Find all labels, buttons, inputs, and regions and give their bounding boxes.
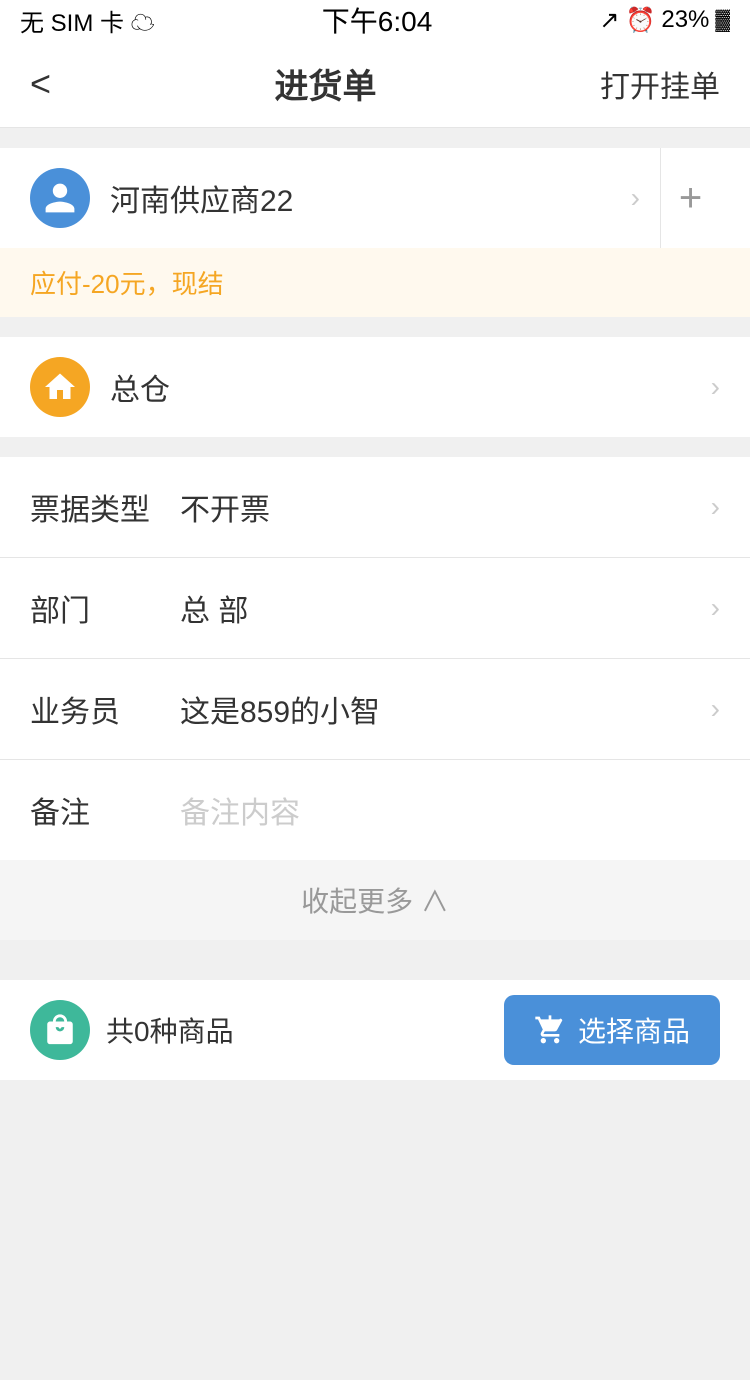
supplier-row[interactable]: 河南供应商22 › + bbox=[0, 148, 750, 248]
notice-bar: 应付-20元，现结 bbox=[0, 248, 750, 317]
form-section: 票据类型 不开票 › 部门 总 部 › 业务员 这是859的小智 › 备注 备注… bbox=[0, 457, 750, 860]
department-value: 总 部 bbox=[180, 586, 711, 630]
remark-value[interactable]: 备注内容 bbox=[180, 788, 720, 832]
supplier-section: 河南供应商22 › + bbox=[0, 148, 750, 248]
department-label: 部门 bbox=[30, 586, 170, 630]
status-bar: 无 SIM 卡 ☁ 下午6:04 ↗ ⏰ 23% ▓ bbox=[0, 0, 750, 40]
alarm-icon: ⏰ bbox=[625, 6, 655, 35]
empty-area bbox=[0, 1080, 750, 1380]
product-count-icon bbox=[30, 1000, 90, 1060]
warehouse-chevron-icon: › bbox=[711, 371, 720, 403]
remark-label: 备注 bbox=[30, 788, 170, 832]
nav-bar: < 进货单 打开挂单 bbox=[0, 40, 750, 128]
back-button[interactable]: < bbox=[30, 63, 51, 105]
middle-divider-1 bbox=[0, 317, 750, 337]
bottom-bar: 共0种商品 选择商品 bbox=[0, 980, 750, 1080]
warehouse-name: 总仓 bbox=[110, 365, 711, 409]
shopping-bag-icon bbox=[43, 1013, 77, 1047]
collapse-button[interactable]: 收起更多 ∧ bbox=[0, 860, 750, 940]
battery-text: 23% bbox=[661, 6, 709, 34]
warehouse-section: 总仓 › bbox=[0, 337, 750, 437]
top-divider bbox=[0, 128, 750, 148]
warehouse-row[interactable]: 总仓 › bbox=[0, 337, 750, 437]
open-pending-button[interactable]: 打开挂单 bbox=[600, 62, 720, 106]
supplier-avatar bbox=[30, 168, 90, 228]
salesperson-label: 业务员 bbox=[30, 687, 170, 731]
supplier-name: 河南供应商22 bbox=[110, 176, 631, 220]
bottom-divider bbox=[0, 940, 750, 960]
department-chevron-icon: › bbox=[711, 592, 720, 624]
add-supplier-button[interactable]: + bbox=[660, 148, 720, 248]
salesperson-value: 这是859的小智 bbox=[180, 687, 711, 731]
user-icon bbox=[42, 180, 78, 216]
ticket-type-label: 票据类型 bbox=[30, 485, 170, 529]
ticket-type-value: 不开票 bbox=[180, 485, 711, 529]
department-row[interactable]: 部门 总 部 › bbox=[0, 558, 750, 658]
salesperson-row[interactable]: 业务员 这是859的小智 › bbox=[0, 659, 750, 759]
middle-divider-2 bbox=[0, 437, 750, 457]
signal-text: 无 SIM 卡 ☁ bbox=[20, 3, 155, 38]
select-product-label: 选择商品 bbox=[578, 1010, 690, 1050]
battery-icon: ▓ bbox=[715, 9, 730, 32]
warehouse-icon bbox=[30, 357, 90, 417]
page-title: 进货单 bbox=[275, 59, 377, 108]
supplier-chevron-icon: › bbox=[631, 182, 640, 214]
salesperson-chevron-icon: › bbox=[711, 693, 720, 725]
house-icon bbox=[42, 369, 78, 405]
product-count-text: 共0种商品 bbox=[106, 1010, 504, 1050]
status-bar-right: ↗ ⏰ 23% ▓ bbox=[599, 6, 730, 35]
cart-plus-icon bbox=[534, 1014, 566, 1046]
location-icon: ↗ bbox=[599, 6, 619, 35]
status-bar-time: 下午6:04 bbox=[322, 0, 433, 40]
ticket-type-chevron-icon: › bbox=[711, 491, 720, 523]
select-product-button[interactable]: 选择商品 bbox=[504, 995, 720, 1065]
remark-row[interactable]: 备注 备注内容 bbox=[0, 760, 750, 860]
ticket-type-row[interactable]: 票据类型 不开票 › bbox=[0, 457, 750, 557]
status-bar-left: 无 SIM 卡 ☁ bbox=[20, 3, 155, 38]
